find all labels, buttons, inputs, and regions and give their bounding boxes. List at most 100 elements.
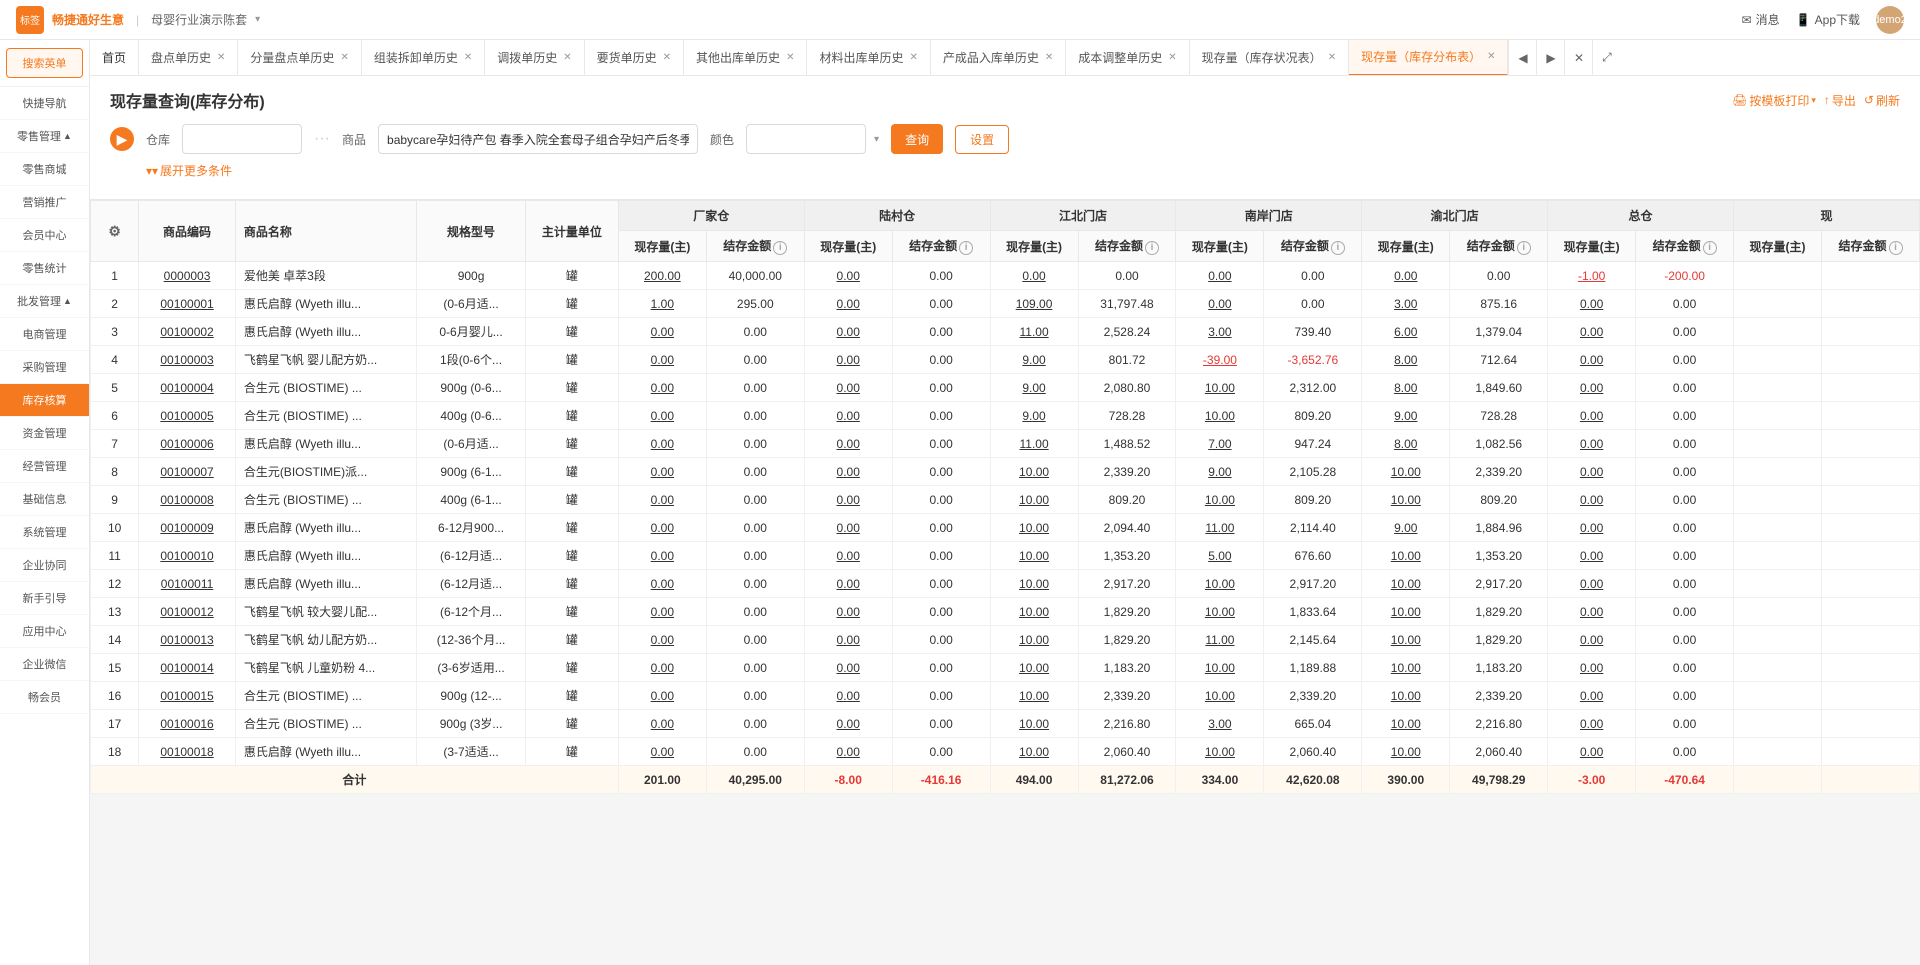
tab-expand-btn[interactable]: ⤢	[1592, 40, 1620, 76]
row-code: 00100011	[139, 570, 236, 598]
sidebar-item-畅会员[interactable]: 畅会员	[0, 681, 89, 714]
sidebar-item-基础信息[interactable]: 基础信息	[0, 483, 89, 516]
tab-组装拆卸单历史[interactable]: 组装拆卸单历史 ✕	[362, 40, 485, 76]
message-icon: ✉	[1742, 13, 1752, 27]
sidebar-item-新手引导[interactable]: 新手引导	[0, 582, 89, 615]
tab-盘点单历史[interactable]: 盘点单历史 ✕	[139, 40, 238, 76]
sidebar-item-企业协同[interactable]: 企业协同	[0, 549, 89, 582]
sidebar-item-零售统计[interactable]: 零售统计	[0, 252, 89, 285]
row-factory-amt: 0.00	[706, 514, 804, 542]
row-jiangbei-qty: 9.00	[990, 402, 1078, 430]
row-no: 18	[91, 738, 139, 766]
close-icon[interactable]: ✕	[217, 52, 225, 63]
filter-collapse-btn[interactable]: ▶	[110, 127, 134, 151]
row-lu-qty: 0.00	[804, 402, 892, 430]
sidebar-item-快捷导航[interactable]: 快捷导航	[0, 87, 89, 120]
gear-icon[interactable]: ⚙	[108, 223, 121, 239]
row-spec: 1段(0-6个...	[417, 346, 526, 374]
lu-amt-info-icon[interactable]: i	[959, 241, 973, 255]
tab-调拨单历史[interactable]: 调拨单历史 ✕	[485, 40, 584, 76]
jiangbei-amt-info-icon[interactable]: i	[1145, 241, 1159, 255]
close-icon[interactable]: ✕	[340, 52, 348, 63]
row-nan-qty: 11.00	[1176, 514, 1264, 542]
row-jiangbei-amt: 2,094.40	[1078, 514, 1176, 542]
sidebar-item-经营管理[interactable]: 经营管理	[0, 450, 89, 483]
sidebar-item-企业微信[interactable]: 企业微信	[0, 648, 89, 681]
print-btn[interactable]: 🖨 按模板打印 ▾	[1732, 92, 1816, 109]
tab-close-btn[interactable]: ✕	[1564, 40, 1592, 76]
row-lu-amt: 0.00	[892, 514, 990, 542]
row-unit: 罐	[525, 486, 618, 514]
sidebar-item-资金管理[interactable]: 资金管理	[0, 417, 89, 450]
row-total-qty: 0.00	[1548, 570, 1636, 598]
nan-amt-header: 结存金额i	[1264, 231, 1362, 262]
close-icon[interactable]: ✕	[464, 52, 472, 63]
row-nan-amt: 809.20	[1264, 486, 1362, 514]
sidebar-item-采购管理[interactable]: 采购管理	[0, 351, 89, 384]
row-current-amt	[1822, 402, 1920, 430]
row-code: 00100009	[139, 514, 236, 542]
close-icon[interactable]: ✕	[1168, 52, 1176, 63]
factory-amt-info-icon[interactable]: i	[773, 241, 787, 255]
industry-dropdown-icon[interactable]: ▾	[255, 14, 260, 25]
nan-amt-info-icon[interactable]: i	[1331, 241, 1345, 255]
tab-成本调整单历史[interactable]: 成本调整单历史 ✕	[1066, 40, 1189, 76]
refresh-btn[interactable]: ↺ 刷新	[1864, 92, 1900, 109]
yubei-amt-info-icon[interactable]: i	[1517, 241, 1531, 255]
current-amt-info-icon[interactable]: i	[1889, 241, 1903, 255]
tab-其他出库单历史[interactable]: 其他出库单历史 ✕	[684, 40, 807, 76]
close-icon[interactable]: ✕	[909, 52, 917, 63]
tab-产成品入库单历史[interactable]: 产成品入库单历史 ✕	[931, 40, 1066, 76]
tab-材料出库单历史[interactable]: 材料出库单历史 ✕	[807, 40, 930, 76]
row-unit: 罐	[525, 542, 618, 570]
setting-btn[interactable]: 设置	[955, 125, 1009, 154]
close-icon[interactable]: ✕	[1328, 52, 1336, 63]
row-nan-amt: 676.60	[1264, 542, 1362, 570]
tab-现存量库存状况表[interactable]: 现存量（库存状况表） ✕	[1190, 40, 1349, 76]
row-factory-qty: 0.00	[618, 514, 706, 542]
sidebar-item-会员中心[interactable]: 会员中心	[0, 219, 89, 252]
table-row: 6 00100005 合生元 (BIOSTIME) ... 400g (0-6.…	[91, 402, 1920, 430]
close-icon[interactable]: ✕	[786, 52, 794, 63]
total-amt-info-icon[interactable]: i	[1703, 241, 1717, 255]
export-btn[interactable]: ↑ 导出	[1824, 92, 1856, 109]
row-unit: 罐	[525, 570, 618, 598]
row-factory-qty: 1.00	[618, 290, 706, 318]
row-current-amt	[1822, 738, 1920, 766]
close-icon[interactable]: ✕	[663, 52, 671, 63]
warehouse-input[interactable]	[182, 124, 302, 154]
sidebar-item-零售商城[interactable]: 零售商城	[0, 153, 89, 186]
current-header: 现	[1733, 201, 1919, 231]
tab-分量盘点单历史[interactable]: 分量盘点单历史 ✕	[238, 40, 361, 76]
expand-conditions-btn[interactable]: ▾▾ 展开更多条件	[146, 162, 1900, 179]
tab-现存量库存分布表[interactable]: 现存量（库存分布表） ✕	[1349, 40, 1508, 76]
sidebar-item-批发管理[interactable]: 批发管理 ▲	[0, 285, 89, 318]
sidebar-item-库存核算[interactable]: 库存核算	[0, 384, 89, 417]
app-download-btn[interactable]: 📱 App下载	[1796, 11, 1860, 28]
close-icon[interactable]: ✕	[1487, 51, 1495, 62]
sidebar-item-系统管理[interactable]: 系统管理	[0, 516, 89, 549]
color-dropdown-icon[interactable]: ▾	[874, 134, 879, 145]
color-input[interactable]	[746, 124, 866, 154]
row-factory-qty: 200.00	[618, 262, 706, 290]
goods-input[interactable]	[378, 124, 698, 154]
row-unit: 罐	[525, 318, 618, 346]
search-query-btn[interactable]: 查询	[891, 124, 943, 154]
sidebar-item-零售管理[interactable]: 零售管理 ▲	[0, 120, 89, 153]
close-icon[interactable]: ✕	[1045, 52, 1053, 63]
summary-factory-amt: 40,295.00	[706, 766, 804, 794]
message-btn[interactable]: ✉ 消息	[1742, 11, 1780, 28]
row-yubei-qty: 10.00	[1362, 598, 1450, 626]
sidebar-item-营销推广[interactable]: 营销推广	[0, 186, 89, 219]
sidebar-item-电商管理[interactable]: 电商管理	[0, 318, 89, 351]
row-jiangbei-amt: 1,183.20	[1078, 654, 1176, 682]
sidebar-item-应用中心[interactable]: 应用中心	[0, 615, 89, 648]
close-icon[interactable]: ✕	[563, 52, 571, 63]
tab-next-btn[interactable]: ▶	[1536, 40, 1564, 76]
search-btn[interactable]: 搜索英单	[6, 48, 83, 78]
tab-首页[interactable]: 首页	[90, 40, 139, 76]
tab-要货单历史[interactable]: 要货单历史 ✕	[585, 40, 684, 76]
row-total-amt: 0.00	[1636, 542, 1734, 570]
avatar[interactable]: demo2	[1876, 6, 1904, 34]
tab-prev-btn[interactable]: ◀	[1508, 40, 1536, 76]
